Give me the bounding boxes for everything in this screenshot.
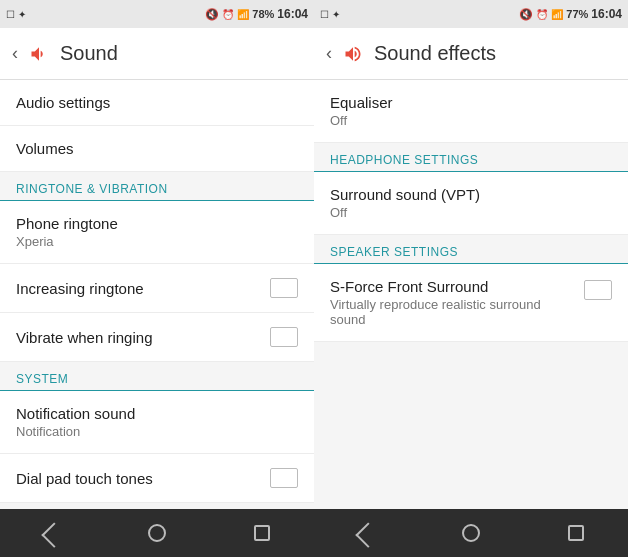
phone-ringtone-label: Phone ringtone — [16, 215, 298, 232]
dial-pad-toggle[interactable] — [270, 468, 298, 488]
vibrate-ringing-label: Vibrate when ringing — [16, 329, 152, 346]
nav-recent-icon-left — [254, 525, 270, 541]
audio-settings-item[interactable]: Audio settings — [0, 80, 314, 126]
phone-ringtone-item[interactable]: Phone ringtone Xperia — [0, 201, 314, 264]
status-bar-left: ☐ ✦ 🔇 ⏰ 📶 78% 16:04 — [0, 0, 314, 28]
nav-back-icon-left — [42, 522, 67, 547]
surround-sound-label: Surround sound (VPT) — [330, 186, 612, 203]
page-title-right: Sound effects — [374, 42, 496, 65]
sound-icon-right — [342, 43, 364, 65]
nav-bar-right — [314, 509, 628, 557]
status-bar-right: ☐ ✦ 🔇 ⏰ 📶 77% 16:04 — [314, 0, 628, 28]
status-right-icons: 🔇 ⏰ 📶 78% 16:04 — [205, 7, 308, 21]
ringtone-section-header: RINGTONE & VIBRATION — [0, 172, 314, 201]
speaker-section-header: SPEAKER SETTINGS — [314, 235, 628, 264]
headphone-section-header: HEADPHONE SETTINGS — [314, 143, 628, 172]
notification-sound-subtitle: Notification — [16, 424, 298, 439]
vibrate-ringing-item[interactable]: Vibrate when ringing — [0, 313, 314, 362]
nav-bar-left — [0, 509, 314, 557]
increasing-ringtone-label: Increasing ringtone — [16, 280, 144, 297]
top-bar-right: ‹ Sound effects — [314, 28, 628, 80]
page-title-left: Sound — [60, 42, 118, 65]
increasing-ringtone-toggle[interactable] — [270, 278, 298, 298]
sd-icon-right: ✦ — [332, 9, 340, 20]
top-bar-left: ‹ Sound — [0, 28, 314, 80]
phone-ringtone-subtitle: Xperia — [16, 234, 298, 249]
nav-home-icon-left — [148, 524, 166, 542]
sforce-subtitle: Virtually reproduce realistic surround s… — [330, 297, 574, 327]
alarm-icon-right: ⏰ — [536, 9, 548, 20]
sforce-text: S-Force Front Surround Virtually reprodu… — [330, 278, 574, 327]
nav-back-icon-right — [356, 522, 381, 547]
sim-icon: ☐ — [6, 9, 15, 20]
back-button-right[interactable]: ‹ — [326, 43, 332, 64]
increasing-ringtone-item[interactable]: Increasing ringtone — [0, 264, 314, 313]
status-left-icons: ☐ ✦ — [6, 9, 26, 20]
nav-home-right[interactable] — [451, 513, 491, 553]
sound-icon-left — [28, 43, 50, 65]
nav-back-right[interactable] — [346, 513, 386, 553]
system-section-header: SYSTEM — [0, 362, 314, 391]
equaliser-item[interactable]: Equaliser Off — [314, 80, 628, 143]
surround-sound-subtitle: Off — [330, 205, 612, 220]
equaliser-label: Equaliser — [330, 94, 612, 111]
left-panel: ☐ ✦ 🔇 ⏰ 📶 78% 16:04 ‹ Sound Audio settin… — [0, 0, 314, 557]
battery-left: 78% — [252, 8, 274, 20]
dial-pad-item[interactable]: Dial pad touch tones — [0, 454, 314, 503]
equaliser-subtitle: Off — [330, 113, 612, 128]
vibrate-ringing-toggle[interactable] — [270, 327, 298, 347]
surround-sound-item[interactable]: Surround sound (VPT) Off — [314, 172, 628, 235]
sforce-toggle[interactable] — [584, 280, 612, 300]
nav-back-left[interactable] — [32, 513, 72, 553]
settings-list-right: Equaliser Off HEADPHONE SETTINGS Surroun… — [314, 80, 628, 509]
sforce-label: S-Force Front Surround — [330, 278, 574, 295]
sd-icon: ✦ — [18, 9, 26, 20]
notification-sound-label: Notification sound — [16, 405, 298, 422]
settings-list-left: Audio settings Volumes RINGTONE & VIBRAT… — [0, 80, 314, 509]
notification-sound-item[interactable]: Notification sound Notification — [0, 391, 314, 454]
nav-home-icon-right — [462, 524, 480, 542]
signal-icon: 📶 — [237, 9, 249, 20]
volume-icon-right: 🔇 — [519, 8, 533, 21]
audio-settings-label: Audio settings — [16, 94, 298, 111]
time-left: 16:04 — [277, 7, 308, 21]
nav-recent-left[interactable] — [242, 513, 282, 553]
nav-recent-icon-right — [568, 525, 584, 541]
dial-pad-label: Dial pad touch tones — [16, 470, 153, 487]
volumes-item[interactable]: Volumes — [0, 126, 314, 172]
status-left-icons-right: ☐ ✦ — [320, 9, 340, 20]
volumes-label: Volumes — [16, 140, 298, 157]
nav-recent-right[interactable] — [556, 513, 596, 553]
time-right: 16:04 — [591, 7, 622, 21]
sim-icon-right: ☐ — [320, 9, 329, 20]
status-right-icons-right: 🔇 ⏰ 📶 77% 16:04 — [519, 7, 622, 21]
signal-icon-right: 📶 — [551, 9, 563, 20]
volume-icon: 🔇 — [205, 8, 219, 21]
sforce-item[interactable]: S-Force Front Surround Virtually reprodu… — [314, 264, 628, 342]
back-button-left[interactable]: ‹ — [12, 43, 18, 64]
nav-home-left[interactable] — [137, 513, 177, 553]
right-panel: ☐ ✦ 🔇 ⏰ 📶 77% 16:04 ‹ Sound effects Equa… — [314, 0, 628, 557]
alarm-icon: ⏰ — [222, 9, 234, 20]
battery-right: 77% — [566, 8, 588, 20]
